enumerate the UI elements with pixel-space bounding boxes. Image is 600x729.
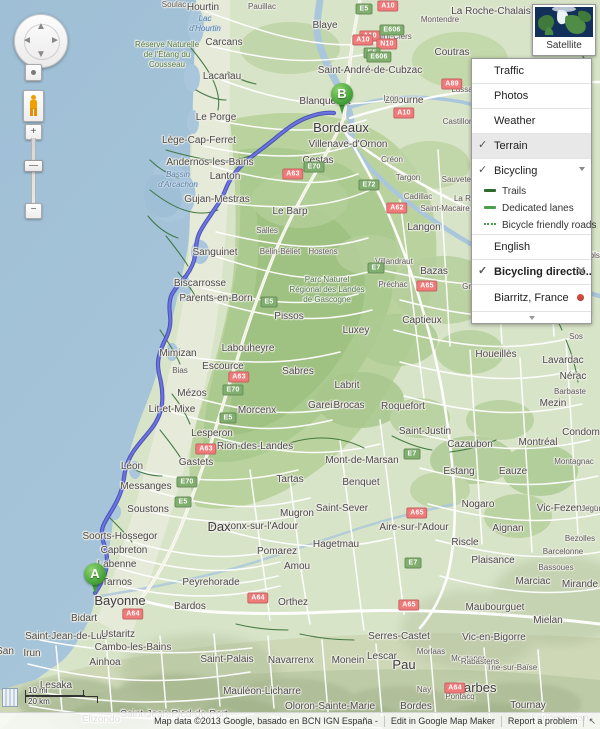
recenter-button[interactable] <box>25 64 42 81</box>
pan-up-button[interactable]: ▲ <box>35 22 47 32</box>
legend-dedicated-lanes: Dedicated lanes <box>472 200 591 217</box>
language-check-icon <box>478 240 488 252</box>
legend-bicycle-friendly-roads-label: Bicycle friendly roads <box>502 220 597 231</box>
pan-control[interactable]: ▲ ▼ ◄ ► <box>14 14 68 68</box>
legend-bicycle-friendly-roads: Bicycle friendly roads <box>472 217 596 234</box>
pegman-icon <box>29 95 38 117</box>
scale-kilometers-label: 20 km <box>28 697 50 706</box>
zoom-out-button[interactable]: − <box>25 203 42 219</box>
scale-km-tick-left <box>25 696 26 703</box>
scale-thumbnail-icon <box>2 688 18 707</box>
bicycle-friendly-roads-swatch-icon <box>484 223 496 225</box>
scale-miles-label: 10 mi <box>28 686 48 695</box>
map-data-attribution: Map data ©2013 Google, basado en BCN IGN… <box>154 716 378 726</box>
menu-expand-button[interactable] <box>472 311 591 323</box>
street-view-pegman-button[interactable] <box>23 90 44 122</box>
pan-right-button[interactable]: ► <box>49 36 61 46</box>
menu-item-bicycling[interactable]: ✓ Bicycling <box>472 159 591 183</box>
marker-letter: A <box>90 566 100 581</box>
fullscreen-corner-icon[interactable]: ↖ <box>584 713 600 729</box>
menu-item-bicycling-label: Bicycling <box>494 165 538 177</box>
close-icon[interactable]: ✕ <box>576 264 586 278</box>
trails-swatch-icon <box>484 189 496 192</box>
scale-km-tick-right <box>97 696 98 703</box>
pan-left-button[interactable]: ◄ <box>21 36 33 46</box>
legend-trails-label: Trails <box>502 186 527 197</box>
menu-item-language[interactable]: English <box>472 235 591 259</box>
maps-application: Hourtin La Roche-Chalais Blaye Lac d'Hourti… <box>0 0 600 729</box>
satellite-thumbnail-icon <box>535 7 593 37</box>
menu-item-terrain[interactable]: ✓ Terrain <box>472 134 591 158</box>
zoom-slider-thumb[interactable] <box>24 160 43 172</box>
bicycling-check-icon: ✓ <box>478 164 488 176</box>
menu-item-weather[interactable]: Weather <box>472 109 591 133</box>
map-maker-link[interactable]: Edit in Google Map Maker <box>385 713 501 729</box>
menu-item-destination[interactable]: Biarritz, France <box>472 285 591 311</box>
weather-check-icon <box>478 114 488 126</box>
pan-down-button[interactable]: ▼ <box>35 50 47 60</box>
menu-item-photos[interactable]: Photos <box>472 84 591 108</box>
traffic-check-icon <box>478 64 488 76</box>
satellite-map-type-button[interactable]: Satellite <box>532 4 596 56</box>
legend-dedicated-lanes-label: Dedicated lanes <box>502 203 574 214</box>
attribution-bar: Map data ©2013 Google, basado en BCN IGN… <box>0 712 600 729</box>
expand-more-icon <box>528 316 535 320</box>
layers-menu-panel[interactable]: Traffic Photos Weather ✓ Terrain ✓ Bicyc… <box>471 58 596 324</box>
menu-item-terrain-label: Terrain <box>494 140 528 152</box>
menu-item-photos-label: Photos <box>494 90 529 102</box>
report-problem-link[interactable]: Report a problem <box>502 713 584 729</box>
menu-item-weather-label: Weather <box>494 115 536 127</box>
scale-bar: 10 mi 20 km <box>25 686 115 707</box>
route-marker-a[interactable]: A <box>84 563 106 595</box>
menu-item-traffic-label: Traffic <box>494 65 524 77</box>
destination-dot-icon <box>577 294 584 301</box>
menu-item-language-label: English <box>494 241 531 253</box>
marker-letter: B <box>337 86 347 101</box>
terrain-check-icon: ✓ <box>478 139 488 151</box>
chevron-down-icon[interactable] <box>579 167 585 171</box>
center-dot-icon <box>31 69 36 75</box>
destination-label: Biarritz, France <box>494 292 569 304</box>
bicycling-directions-check-icon: ✓ <box>478 265 488 277</box>
satellite-button-label: Satellite <box>546 40 582 51</box>
dedicated-lanes-swatch-icon <box>484 206 496 209</box>
menu-item-bicycling-directions[interactable]: ✓ Bicycling directio... ✕ <box>472 260 591 284</box>
legend-trails: Trails <box>472 183 591 200</box>
zoom-thumb-grip-icon <box>29 165 38 166</box>
photos-check-icon <box>478 89 488 101</box>
route-marker-b[interactable]: B <box>331 83 353 115</box>
menu-item-traffic[interactable]: Traffic <box>472 59 591 83</box>
